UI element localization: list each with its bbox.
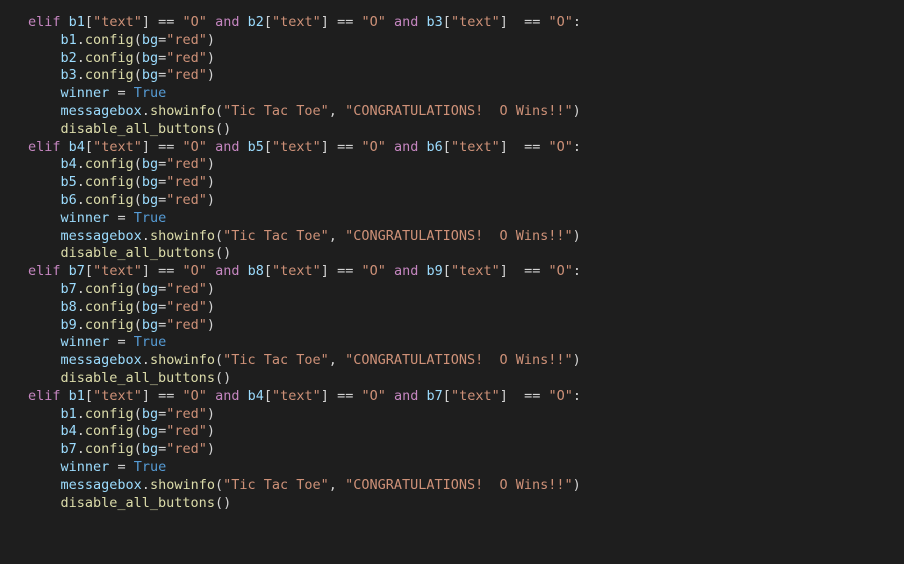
code-line[interactable]: b8.config(bg="red") bbox=[0, 299, 904, 317]
code-line[interactable]: b3.config(bg="red") bbox=[0, 67, 904, 85]
code-line[interactable]: elif b7["text"] == "O" and b8["text"] ==… bbox=[0, 263, 904, 281]
code-line[interactable]: winner = True bbox=[0, 210, 904, 228]
code-line[interactable]: disable_all_buttons() bbox=[0, 370, 904, 388]
code-line[interactable]: b7.config(bg="red") bbox=[0, 281, 904, 299]
code-line[interactable]: b9.config(bg="red") bbox=[0, 317, 904, 335]
code-line[interactable]: b2.config(bg="red") bbox=[0, 50, 904, 68]
code-line[interactable]: b1.config(bg="red") bbox=[0, 32, 904, 50]
code-line[interactable]: disable_all_buttons() bbox=[0, 495, 904, 513]
code-line[interactable]: elif b4["text"] == "O" and b5["text"] ==… bbox=[0, 139, 904, 157]
code-line[interactable]: messagebox.showinfo("Tic Tac Toe", "CONG… bbox=[0, 352, 904, 370]
code-line[interactable]: winner = True bbox=[0, 334, 904, 352]
code-line[interactable]: elif b1["text"] == "O" and b2["text"] ==… bbox=[0, 14, 904, 32]
code-line[interactable]: b1.config(bg="red") bbox=[0, 406, 904, 424]
code-line[interactable]: b6.config(bg="red") bbox=[0, 192, 904, 210]
code-line[interactable]: messagebox.showinfo("Tic Tac Toe", "CONG… bbox=[0, 103, 904, 121]
code-line[interactable]: disable_all_buttons() bbox=[0, 121, 904, 139]
code-line[interactable]: elif b1["text"] == "O" and b4["text"] ==… bbox=[0, 388, 904, 406]
code-line[interactable]: b7.config(bg="red") bbox=[0, 441, 904, 459]
code-line[interactable]: winner = True bbox=[0, 85, 904, 103]
code-line[interactable]: messagebox.showinfo("Tic Tac Toe", "CONG… bbox=[0, 228, 904, 246]
code-line[interactable]: b5.config(bg="red") bbox=[0, 174, 904, 192]
code-line[interactable]: b4.config(bg="red") bbox=[0, 423, 904, 441]
code-line[interactable]: disable_all_buttons() bbox=[0, 245, 904, 263]
code-editor-content[interactable]: elif b1["text"] == "O" and b2["text"] ==… bbox=[0, 0, 904, 512]
code-line[interactable]: winner = True bbox=[0, 459, 904, 477]
code-line[interactable]: messagebox.showinfo("Tic Tac Toe", "CONG… bbox=[0, 477, 904, 495]
code-line[interactable]: b4.config(bg="red") bbox=[0, 156, 904, 174]
